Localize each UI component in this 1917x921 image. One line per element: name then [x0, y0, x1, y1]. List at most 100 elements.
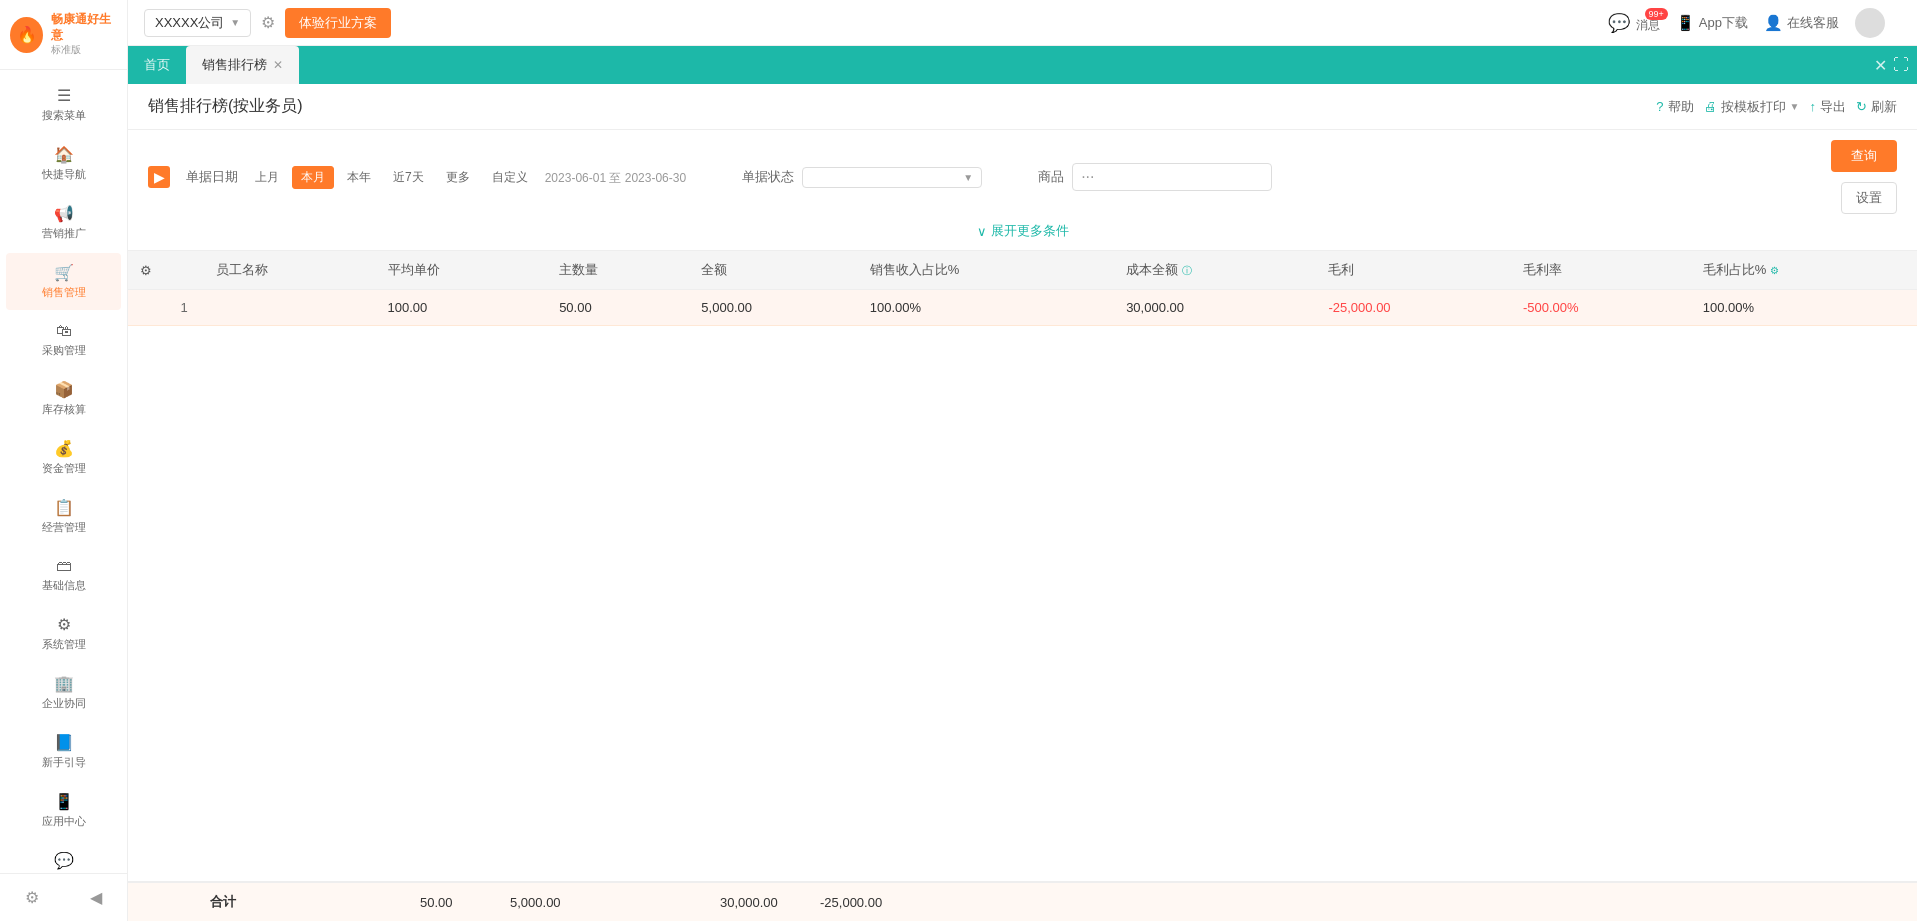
date-tab-last-month[interactable]: 上月 [246, 166, 288, 189]
operations-icon: 📋 [54, 498, 74, 517]
data-table: ⚙ 员工名称 平均单价 主数量 全额 销售收入占比% 成本全额 ⓘ 毛利 毛利率 [128, 251, 1917, 326]
data-table-wrap: ⚙ 员工名称 平均单价 主数量 全额 销售收入占比% 成本全额 ⓘ 毛利 毛利率 [128, 251, 1917, 881]
sidebar-item-label: 资金管理 [42, 461, 86, 476]
sidebar-item-marketing[interactable]: 📢 营销推广 [6, 194, 121, 251]
sidebar-brand: 畅康通好生意 标准版 [51, 12, 117, 57]
home-icon: 🏠 [54, 145, 74, 164]
row-avg-price: 100.00 [376, 290, 548, 326]
sidebar-item-label: 系统管理 [42, 637, 86, 652]
print-button[interactable]: 🖨 按模板打印 ▼ [1704, 98, 1800, 116]
sidebar-item-enterprise[interactable]: 🏢 企业协同 [6, 664, 121, 721]
table-row: 1 100.00 50.00 5,000.00 100.00% 30,000.0… [128, 290, 1917, 326]
online-service-label: 在线客服 [1787, 14, 1839, 32]
sidebar-item-inventory[interactable]: 📦 库存核算 [6, 370, 121, 427]
expand-more-icon: ∨ [977, 224, 987, 239]
row-gross-ratio: 100.00% [1691, 290, 1917, 326]
cost-info-icon[interactable]: ⓘ [1182, 265, 1192, 276]
expand-more-button[interactable]: ∨ 展开更多条件 [977, 222, 1069, 240]
sidebar-item-label: 采购管理 [42, 343, 86, 358]
collapse-icon[interactable]: ◀ [84, 882, 108, 913]
settings-footer-icon[interactable]: ⚙ [19, 882, 45, 913]
gross-ratio-info-icon[interactable]: ⚙ [1770, 265, 1779, 276]
row-amount: 5,000.00 [689, 290, 857, 326]
app-center-icon: 📱 [54, 792, 74, 811]
help-label: 帮助 [1668, 98, 1694, 116]
tabbar-right: ✕ ⛶ [1874, 56, 1917, 75]
date-range: 2023-06-01 至 2023-06-30 [545, 170, 686, 187]
tab-expand-icon[interactable]: ⛶ [1893, 56, 1909, 74]
sidebar-item-purchase[interactable]: 🛍 采购管理 [6, 312, 121, 368]
goods-more-icon[interactable]: ··· [1081, 168, 1094, 186]
query-button[interactable]: 查询 [1831, 140, 1897, 172]
notification-badge: 99+ [1645, 8, 1668, 20]
tabbar: 首页 销售排行榜 ✕ ✕ ⛶ [128, 46, 1917, 84]
col-quantity: 主数量 [547, 251, 689, 290]
col-name: 员工名称 [204, 251, 376, 290]
sidebar: 🔥 畅康通好生意 标准版 ☰ 搜索菜单 🏠 快捷导航 📢 营销推广 🛒 销售管理… [0, 0, 128, 921]
refresh-button[interactable]: ↻ 刷新 [1856, 98, 1897, 116]
message-icon: 💬 [1608, 13, 1630, 33]
online-service-link[interactable]: 👤 在线客服 [1764, 14, 1839, 32]
date-tab-7days[interactable]: 近7天 [384, 166, 433, 189]
filter-row-2: ∨ 展开更多条件 [148, 222, 1897, 240]
col-gross-rate: 毛利率 [1511, 251, 1691, 290]
filter-expand-arrow[interactable]: ▶ [148, 166, 170, 188]
sidebar-item-app-center[interactable]: 📱 应用中心 [6, 782, 121, 839]
col-settings[interactable]: ⚙ [128, 251, 164, 290]
status-select[interactable]: ▼ [802, 167, 982, 188]
refresh-icon: ↻ [1856, 99, 1867, 114]
col-sales-ratio: 销售收入占比% [858, 251, 1114, 290]
sidebar-item-quick-nav[interactable]: 🏠 快捷导航 [6, 135, 121, 192]
date-tab-this-year[interactable]: 本年 [338, 166, 380, 189]
app-download-link[interactable]: 📱 App下载 [1676, 14, 1748, 32]
goods-select[interactable]: ··· [1072, 163, 1272, 191]
export-button[interactable]: ↑ 导出 [1810, 98, 1847, 116]
sales-icon: 🛒 [54, 263, 74, 282]
sidebar-item-wechat[interactable]: 💬 企业微信 [6, 841, 121, 873]
tab-sales-rank[interactable]: 销售排行榜 ✕ [186, 46, 299, 84]
sidebar-item-sales[interactable]: 🛒 销售管理 [6, 253, 121, 310]
trial-button[interactable]: 体验行业方案 [285, 8, 391, 38]
basic-info-icon: 🗃 [56, 557, 72, 575]
print-arrow-icon: ▼ [1790, 101, 1800, 112]
filter-actions: 查询 设置 [1831, 140, 1897, 214]
sidebar-item-label: 企业协同 [42, 696, 86, 711]
date-tab-custom[interactable]: 自定义 [483, 166, 537, 189]
date-tab-this-month[interactable]: 本月 [292, 166, 334, 189]
footer-cost: 30,000.00 [720, 895, 820, 910]
help-button[interactable]: ? 帮助 [1656, 98, 1693, 116]
sidebar-item-label: 基础信息 [42, 578, 86, 593]
topbar-settings-icon[interactable]: ⚙ [261, 13, 275, 32]
row-gross: -25,000.00 [1316, 290, 1511, 326]
date-tab-more[interactable]: 更多 [437, 166, 479, 189]
finance-icon: 💰 [54, 439, 74, 458]
sidebar-item-basic-info[interactable]: 🗃 基础信息 [6, 547, 121, 603]
sidebar-footer: ⚙ ◀ [0, 873, 127, 921]
sidebar-item-system[interactable]: ⚙ 系统管理 [6, 605, 121, 662]
notification-button[interactable]: 💬 99+ 消息 [1608, 12, 1660, 34]
tab-close-icon[interactable]: ✕ [273, 58, 283, 72]
status-arrow-icon: ▼ [963, 172, 973, 183]
download-icon: 📱 [1676, 14, 1695, 32]
set-button[interactable]: 设置 [1841, 182, 1897, 214]
tab-home[interactable]: 首页 [128, 46, 186, 84]
col-cost: 成本全额 ⓘ [1114, 251, 1316, 290]
enterprise-icon: 🏢 [54, 674, 74, 693]
filter-row-1: ▶ 单据日期 上月 本月 本年 近7天 更多 自定义 2023-06-01 至 … [148, 140, 1897, 214]
row-gross-rate: -500.00% [1511, 290, 1691, 326]
user-avatar[interactable] [1855, 8, 1885, 38]
sidebar-item-search-order[interactable]: ☰ 搜索菜单 [6, 76, 121, 133]
row-rank: 1 [164, 290, 204, 326]
sidebar-item-label: 销售管理 [42, 285, 86, 300]
row-name [204, 290, 376, 326]
sidebar-item-guide[interactable]: 📘 新手引导 [6, 723, 121, 780]
sidebar-item-finance[interactable]: 💰 资金管理 [6, 429, 121, 486]
sidebar-item-operations[interactable]: 📋 经营管理 [6, 488, 121, 545]
table-header-row: ⚙ 员工名称 平均单价 主数量 全额 销售收入占比% 成本全额 ⓘ 毛利 毛利率 [128, 251, 1917, 290]
col-gross: 毛利 [1316, 251, 1511, 290]
sidebar-item-label: 应用中心 [42, 814, 86, 829]
filter-date: 单据日期 上月 本月 本年 近7天 更多 自定义 2023-06-01 至 20… [186, 166, 686, 189]
company-selector[interactable]: XXXXX公司 ▼ [144, 9, 251, 37]
tab-close-all-icon[interactable]: ✕ [1874, 56, 1887, 75]
sidebar-subtitle: 标准版 [51, 43, 117, 57]
